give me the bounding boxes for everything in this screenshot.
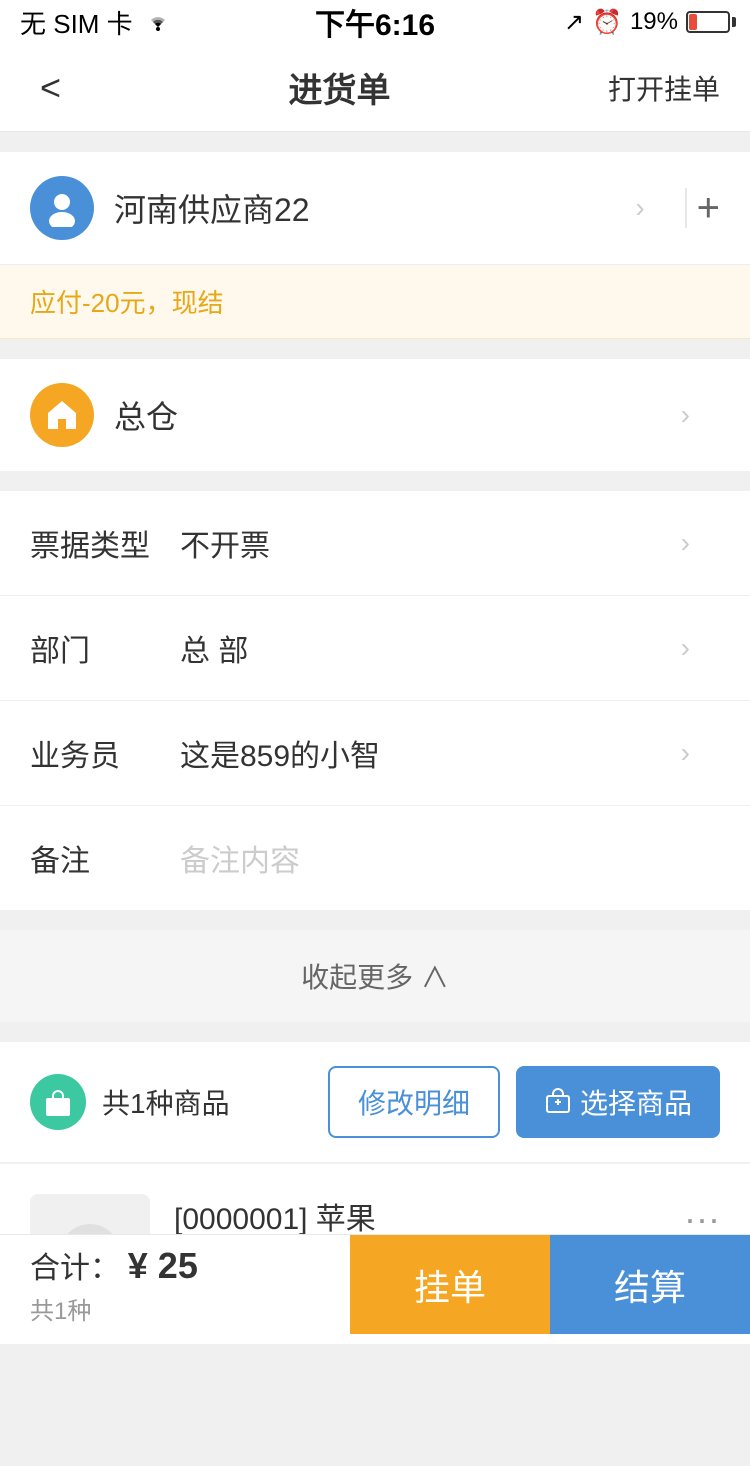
cart-icon [544,1088,572,1116]
back-button[interactable]: < [30,57,71,119]
salesman-row[interactable]: 业务员 这是859的小智 › [0,701,750,806]
salesman-arrow-icon: › [681,737,690,769]
location-icon: ↗ [564,8,584,37]
products-actions: 修改明细 选择商品 [328,1066,720,1138]
product-name: [0000001] 苹果 [174,1194,660,1238]
supplier-arrow-icon: › [635,192,644,224]
supplier-row[interactable]: 河南供应商22 › + [0,152,750,265]
salesman-value: 这是859的小智 [180,731,681,775]
products-count-label: 共1种商品 [102,1082,230,1122]
bottom-bar: 合计： ¥ 25 共1种 挂单 结算 [0,1234,750,1334]
department-arrow-icon: › [681,632,690,664]
total-label: 合计： [30,1252,120,1285]
supplier-card: 河南供应商22 › + 应付-20元，现结 [0,152,750,339]
collapse-button[interactable]: 收起更多 ∧ [0,930,750,1022]
remark-input[interactable]: 备注内容 [180,836,720,880]
wifi-icon [143,7,173,38]
total-amount: ¥ 25 [128,1245,198,1286]
total-count: 共1种 [30,1291,320,1326]
select-product-button[interactable]: 选择商品 [516,1066,720,1138]
department-label: 部门 [30,626,150,670]
total-section: 合计： ¥ 25 共1种 [0,1235,350,1334]
invoice-value: 不开票 [180,521,681,565]
notice-bar: 应付-20元，现结 [0,265,750,339]
invoice-row[interactable]: 票据类型 不开票 › [0,491,750,596]
select-product-label: 选择商品 [580,1082,692,1122]
products-header: 共1种商品 修改明细 选择商品 [0,1042,750,1162]
remark-label: 备注 [30,836,150,880]
invoice-label: 票据类型 [30,521,150,565]
total-amount-row: 合计： ¥ 25 [30,1243,320,1287]
alarm-icon: ⏰ [592,8,622,37]
status-time: 下午6:16 [315,0,435,44]
battery-percent: 19% [630,8,678,36]
hang-button[interactable]: 挂单 [350,1235,550,1334]
edit-details-button[interactable]: 修改明细 [328,1066,500,1138]
add-supplier-button[interactable]: + [697,186,720,231]
person-icon [43,189,81,227]
invoice-arrow-icon: › [681,527,690,559]
department-row[interactable]: 部门 总 部 › [0,596,750,701]
warehouse-row[interactable]: 总仓 › [0,359,750,471]
salesman-label: 业务员 [30,731,150,775]
warehouse-arrow-icon: › [681,399,690,431]
page-title: 进货单 [289,63,391,112]
products-count: 共1种商品 [30,1074,230,1130]
warehouse-name: 总仓 [114,392,681,438]
status-bar: 无 SIM 卡 下午6:16 ↗ ⏰ 19% [0,0,750,44]
home-icon [44,397,80,433]
warehouse-card[interactable]: 总仓 › [0,359,750,471]
warehouse-icon [30,383,94,447]
status-right: ↗ ⏰ 19% [564,8,730,37]
products-icon [30,1074,86,1130]
status-left: 无 SIM 卡 [20,4,173,41]
notice-text: 应付-20元，现结 [30,288,224,318]
form-card: 票据类型 不开票 › 部门 总 部 › 业务员 这是859的小智 › 备注 备注… [0,491,750,910]
open-hang-button[interactable]: 打开挂单 [608,68,720,108]
checkout-button[interactable]: 结算 [550,1235,750,1334]
divider [685,188,687,228]
supplier-name: 河南供应商22 [114,185,635,231]
remark-row[interactable]: 备注 备注内容 [0,806,750,910]
bag-icon [42,1086,74,1118]
carrier-label: 无 SIM 卡 [20,4,133,41]
battery-icon [686,11,730,33]
supplier-avatar [30,176,94,240]
nav-bar: < 进货单 打开挂单 [0,44,750,132]
department-value: 总 部 [180,626,681,670]
